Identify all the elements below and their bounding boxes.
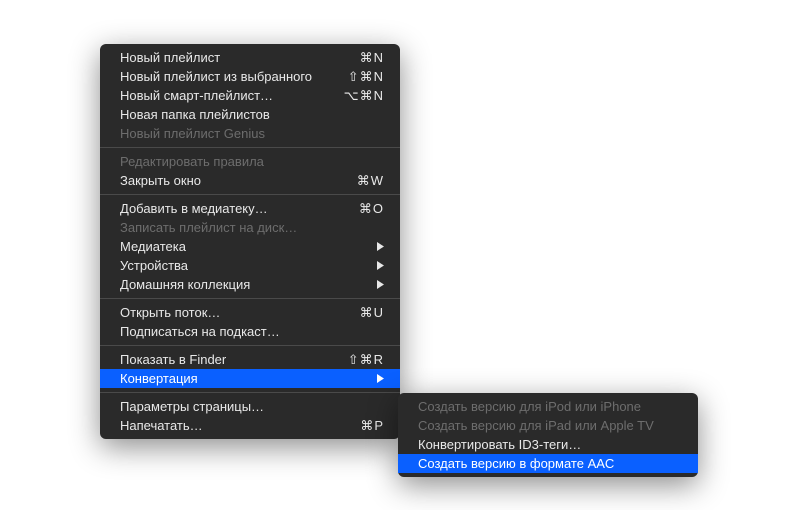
menu-item[interactable]: Показать в Finder ⇧⌘R: [100, 350, 400, 369]
menu-item-label: Новый плейлист из выбранного: [120, 67, 336, 86]
submenu-arrow-icon: [377, 374, 384, 383]
menu-item-label: Добавить в медиатеку…: [120, 199, 347, 218]
menu-item-label: Устройства: [120, 256, 365, 275]
menu-item: Редактировать правила: [100, 152, 400, 171]
menu-item-label: Параметры страницы…: [120, 397, 384, 416]
menu-separator: [100, 147, 400, 148]
menu-item-label: Медиатека: [120, 237, 365, 256]
submenu-arrow-icon: [377, 242, 384, 251]
submenu-arrow-icon: [377, 261, 384, 270]
menu-item[interactable]: Напечатать… ⌘P: [100, 416, 400, 435]
menu-shortcut: ⇧⌘N: [348, 67, 384, 86]
menu-item: Создать версию для iPod или iPhone: [398, 397, 698, 416]
menu-item[interactable]: Новая папка плейлистов: [100, 105, 400, 124]
menu-item-label: Новый плейлист Genius: [120, 124, 384, 143]
menu-item-label: Редактировать правила: [120, 152, 384, 171]
menu-shortcut: ⌥⌘N: [344, 86, 384, 105]
menu-item[interactable]: Новый смарт-плейлист… ⌥⌘N: [100, 86, 400, 105]
menu-item[interactable]: Медиатека: [100, 237, 400, 256]
menu-item-label: Закрыть окно: [120, 171, 345, 190]
menu-separator: [100, 194, 400, 195]
menu-item-label: Новый плейлист: [120, 48, 348, 67]
menu-item[interactable]: Добавить в медиатеку… ⌘O: [100, 199, 400, 218]
submenu-arrow-icon: [377, 280, 384, 289]
menu-shortcut: ⌘N: [360, 48, 384, 67]
menu-item-label: Создать версию для iPod или iPhone: [418, 397, 682, 416]
menu-item[interactable]: Домашняя коллекция: [100, 275, 400, 294]
menu-item-label: Конвертировать ID3-теги…: [418, 435, 682, 454]
menu-item-label: Конвертация: [120, 369, 365, 388]
menu-separator: [100, 392, 400, 393]
menu-item[interactable]: Открыть поток… ⌘U: [100, 303, 400, 322]
menu-shortcut: ⌘W: [357, 171, 384, 190]
menu-item-label: Подписаться на подкаст…: [120, 322, 384, 341]
menu-item[interactable]: Закрыть окно ⌘W: [100, 171, 400, 190]
menu-item[interactable]: Создать версию в формате AAC: [398, 454, 698, 473]
menu-item[interactable]: Параметры страницы…: [100, 397, 400, 416]
menu-item[interactable]: Конвертировать ID3-теги…: [398, 435, 698, 454]
menu-item: Записать плейлист на диск…: [100, 218, 400, 237]
menu-item[interactable]: Новый плейлист ⌘N: [100, 48, 400, 67]
menu-item: Новый плейлист Genius: [100, 124, 400, 143]
menu-item[interactable]: Подписаться на подкаст…: [100, 322, 400, 341]
menu-item-label: Открыть поток…: [120, 303, 348, 322]
file-menu: Новый плейлист⌘NНовый плейлист из выбран…: [100, 44, 400, 439]
menu-shortcut: ⌘P: [360, 416, 384, 435]
menu-separator: [100, 345, 400, 346]
menu-item-label: Домашняя коллекция: [120, 275, 365, 294]
menu-shortcut: ⌘O: [359, 199, 384, 218]
menu-item-label: Показать в Finder: [120, 350, 336, 369]
menu-item[interactable]: Новый плейлист из выбранного ⇧⌘N: [100, 67, 400, 86]
menu-item-label: Напечатать…: [120, 416, 348, 435]
convert-submenu: Создать версию для iPod или iPhoneСоздат…: [398, 393, 698, 477]
menu-separator: [100, 298, 400, 299]
menu-item-label: Новая папка плейлистов: [120, 105, 384, 124]
menu-item[interactable]: Устройства: [100, 256, 400, 275]
menu-shortcut: ⇧⌘R: [348, 350, 384, 369]
menu-item[interactable]: Конвертация: [100, 369, 400, 388]
menu-item-label: Создать версию для iPad или Apple TV: [418, 416, 682, 435]
menu-item-label: Новый смарт-плейлист…: [120, 86, 332, 105]
menu-item-label: Создать версию в формате AAC: [418, 454, 682, 473]
menu-item-label: Записать плейлист на диск…: [120, 218, 384, 237]
menu-item: Создать версию для iPad или Apple TV: [398, 416, 698, 435]
menu-shortcut: ⌘U: [360, 303, 384, 322]
